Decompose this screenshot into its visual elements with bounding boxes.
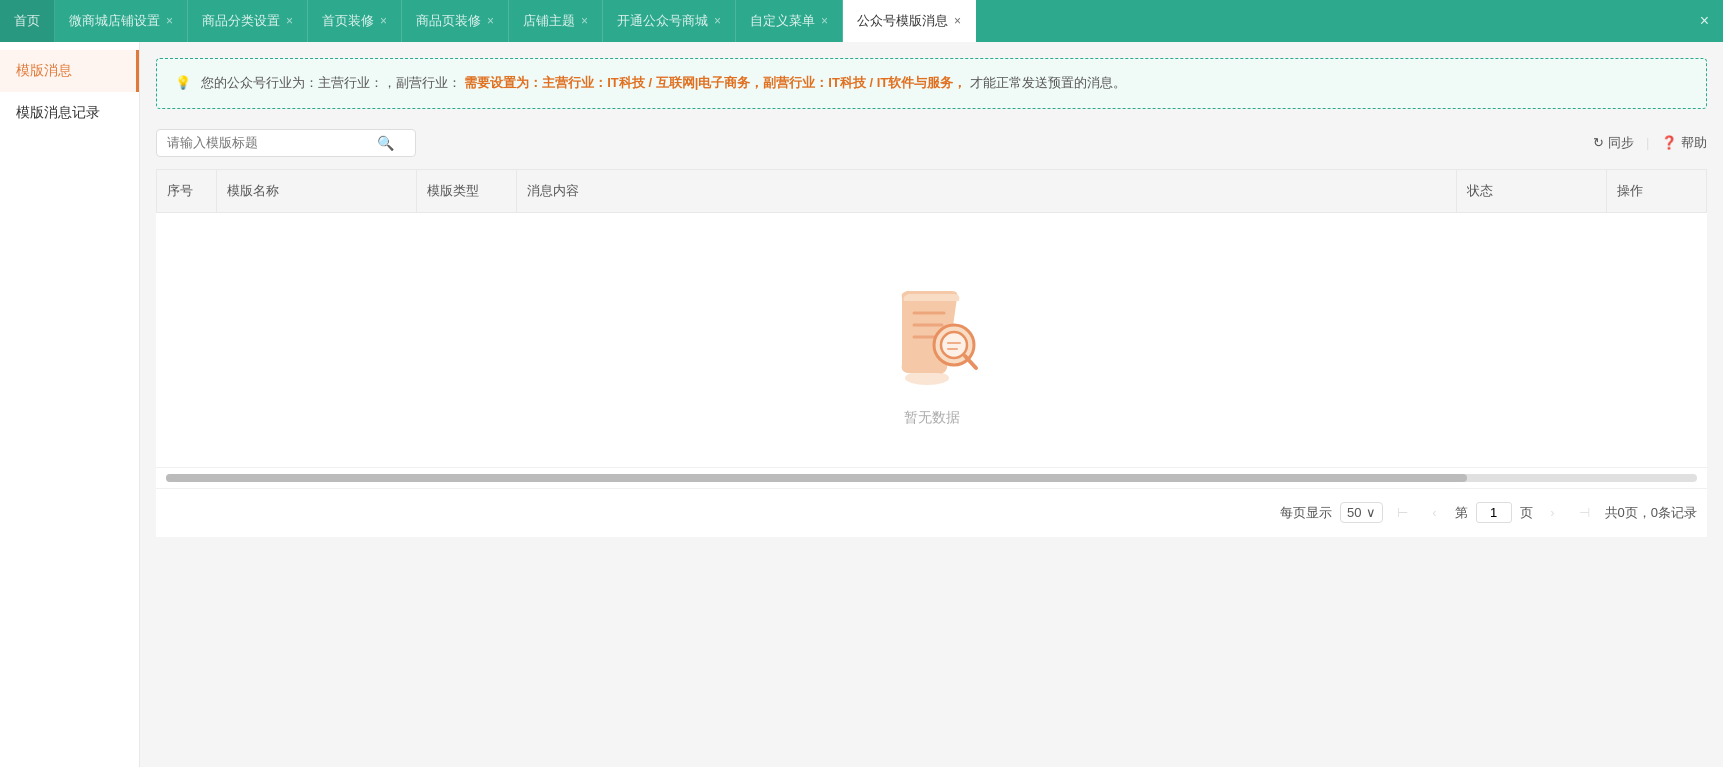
notice-icon: 💡	[175, 75, 191, 90]
sync-icon: ↻	[1593, 135, 1604, 150]
nav-tab-mall[interactable]: 开通公众号商城 ×	[603, 0, 736, 42]
nav-tab-category[interactable]: 商品分类设置 ×	[188, 0, 308, 42]
nav-tab-home[interactable]: 首页	[0, 0, 55, 42]
total-label: 共0页，0条记录	[1605, 504, 1697, 522]
page-input[interactable]	[1476, 502, 1512, 523]
notice-text-prefix: 您的公众号行业为：主营行业：，副营行业：	[201, 75, 461, 90]
data-table: 序号 模版名称 模版类型 消息内容 状态 操作	[156, 169, 1707, 213]
nav-tab-mall-label: 开通公众号商城	[617, 12, 708, 30]
col-content: 消息内容	[517, 169, 1457, 212]
sidebar-item-template-msg-label: 模版消息	[16, 62, 72, 78]
main-content: 💡 您的公众号行业为：主营行业：，副营行业： 需要设置为：主营行业：IT科技 /…	[140, 42, 1723, 767]
nav-tab-product-decor-label: 商品页装修	[416, 12, 481, 30]
nav-tab-custom-menu[interactable]: 自定义菜单 ×	[736, 0, 843, 42]
empty-icon	[872, 273, 992, 393]
table-header-row: 序号 模版名称 模版类型 消息内容 状态 操作	[157, 169, 1707, 212]
nav-tab-home-label: 首页	[14, 12, 40, 30]
sidebar-item-template-msg-record[interactable]: 模版消息记录	[0, 92, 139, 134]
page-prev-button[interactable]: ‹	[1423, 501, 1447, 525]
nav-tab-template-msg-label: 公众号模版消息	[857, 12, 948, 30]
col-type: 模版类型	[417, 169, 517, 212]
nav-tab-theme-close[interactable]: ×	[581, 14, 588, 28]
help-label: 帮助	[1681, 135, 1707, 150]
col-action: 操作	[1607, 169, 1707, 212]
close-all-button[interactable]: ×	[1686, 12, 1723, 30]
help-icon: ❓	[1661, 135, 1677, 150]
search-bar: 🔍 ↻ 同步 | ❓ 帮助	[156, 129, 1707, 157]
nav-tab-category-label: 商品分类设置	[202, 12, 280, 30]
sidebar-item-template-msg-record-label: 模版消息记录	[16, 104, 100, 120]
empty-text: 暂无数据	[904, 409, 960, 427]
nav-tab-mall-close[interactable]: ×	[714, 14, 721, 28]
page-size-chevron: ∨	[1366, 505, 1376, 520]
nav-tab-product-decor[interactable]: 商品页装修 ×	[402, 0, 509, 42]
nav-tab-home-decor-close[interactable]: ×	[380, 14, 387, 28]
divider: |	[1646, 135, 1649, 150]
col-name: 模版名称	[217, 169, 417, 212]
page-next-button[interactable]: ›	[1541, 501, 1565, 525]
notice-text-suffix: 才能正常发送预置的消息。	[970, 75, 1126, 90]
nav-tab-theme[interactable]: 店铺主题 ×	[509, 0, 603, 42]
scrollbar-row	[156, 467, 1707, 488]
page-size-select[interactable]: 50 ∨	[1340, 502, 1382, 523]
search-icon[interactable]: 🔍	[377, 135, 394, 151]
sync-button[interactable]: ↻ 同步	[1593, 134, 1634, 152]
page-size-value: 50	[1347, 505, 1361, 520]
nav-tab-category-close[interactable]: ×	[286, 14, 293, 28]
notice-box: 💡 您的公众号行业为：主营行业：，副营行业： 需要设置为：主营行业：IT科技 /…	[156, 58, 1707, 109]
nav-tab-template-msg[interactable]: 公众号模版消息 ×	[843, 0, 976, 42]
nav-tab-theme-label: 店铺主题	[523, 12, 575, 30]
search-input-wrap: 🔍	[156, 129, 416, 157]
page-label-before: 第	[1455, 504, 1468, 522]
nav-tab-custom-menu-close[interactable]: ×	[821, 14, 828, 28]
nav-tab-home-decor[interactable]: 首页装修 ×	[308, 0, 402, 42]
layout: 模版消息 模版消息记录 💡 您的公众号行业为：主营行业：，副营行业： 需要设置为…	[0, 42, 1723, 767]
help-button[interactable]: ❓ 帮助	[1661, 134, 1707, 152]
notice-highlight: 需要设置为：主营行业：IT科技 / 互联网|电子商务，副营行业：IT科技 / I…	[464, 75, 966, 90]
nav-tab-custom-menu-label: 自定义菜单	[750, 12, 815, 30]
search-input[interactable]	[167, 135, 377, 150]
sync-label: 同步	[1608, 135, 1634, 150]
page-label-after: 页	[1520, 504, 1533, 522]
pagination: 每页显示 50 ∨ ⊢ ‹ 第 页 › ⊣ 共0页，0条记录	[156, 488, 1707, 537]
page-first-button[interactable]: ⊢	[1391, 501, 1415, 525]
page-size-label: 每页显示	[1280, 504, 1332, 522]
empty-state: 暂无数据	[156, 213, 1707, 467]
nav-tab-store-settings[interactable]: 微商城店铺设置 ×	[55, 0, 188, 42]
scrollbar-thumb	[166, 474, 1467, 482]
col-status: 状态	[1457, 169, 1607, 212]
nav-tab-store-settings-close[interactable]: ×	[166, 14, 173, 28]
col-index: 序号	[157, 169, 217, 212]
nav-tab-product-decor-close[interactable]: ×	[487, 14, 494, 28]
top-nav: 首页 微商城店铺设置 × 商品分类设置 × 首页装修 × 商品页装修 × 店铺主…	[0, 0, 1723, 42]
nav-tab-template-msg-close[interactable]: ×	[954, 14, 961, 28]
page-last-button[interactable]: ⊣	[1573, 501, 1597, 525]
nav-tab-store-settings-label: 微商城店铺设置	[69, 12, 160, 30]
search-actions: ↻ 同步 | ❓ 帮助	[1593, 134, 1707, 152]
nav-tab-home-decor-label: 首页装修	[322, 12, 374, 30]
scrollbar-track[interactable]	[166, 474, 1697, 482]
sidebar: 模版消息 模版消息记录	[0, 42, 140, 767]
sidebar-item-template-msg[interactable]: 模版消息	[0, 50, 139, 92]
